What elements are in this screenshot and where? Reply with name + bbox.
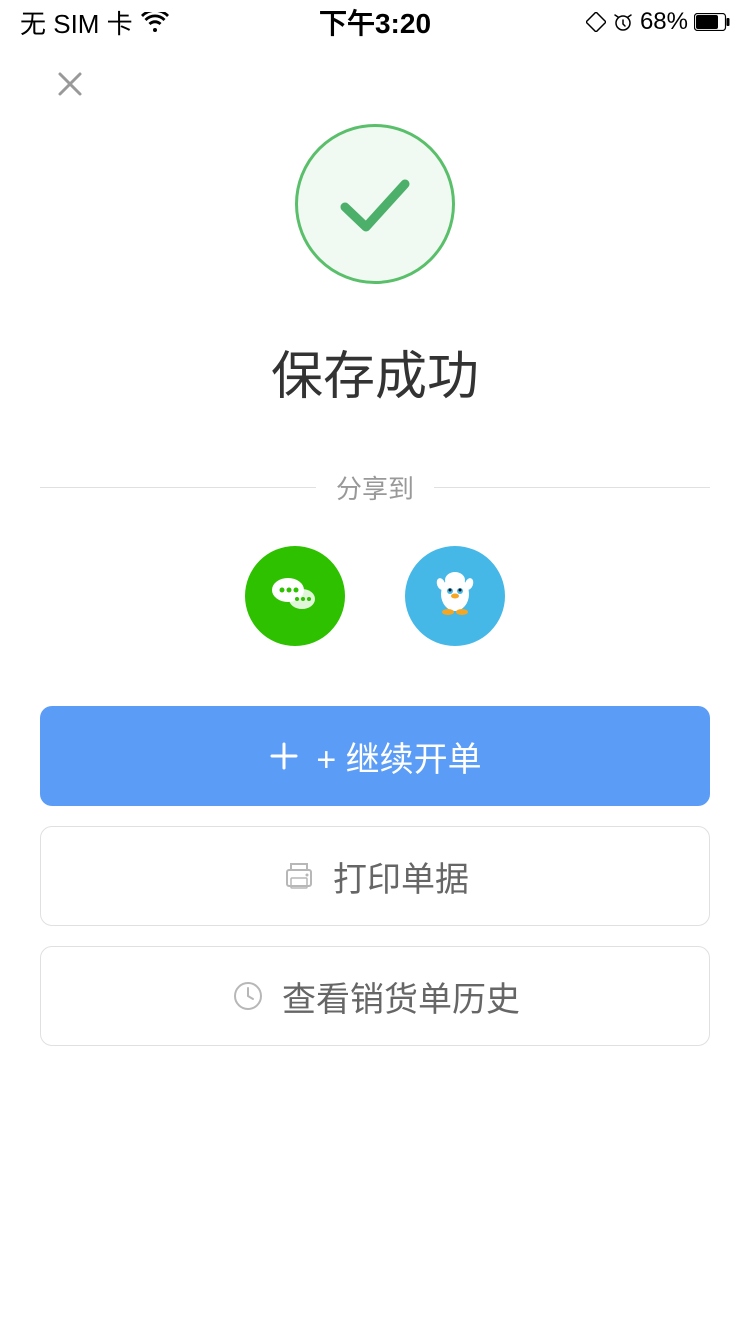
alarm-icon [612, 11, 634, 33]
checkmark-icon [330, 159, 420, 249]
clock-icon [230, 978, 266, 1014]
print-button[interactable]: 打印单据 [40, 826, 710, 926]
divider-left [40, 487, 316, 488]
history-button[interactable]: 查看销货单历史 [40, 946, 710, 1046]
wifi-icon [141, 12, 169, 32]
status-time: 下午3:20 [319, 2, 431, 42]
battery-text: 68% [640, 8, 688, 36]
qq-share-button[interactable] [405, 546, 505, 646]
share-label: 分享到 [316, 469, 434, 506]
continue-order-label: + 继续开单 [316, 732, 481, 781]
wechat-share-button[interactable] [245, 546, 345, 646]
location-icon [586, 12, 606, 32]
no-sim-text: 无 SIM 卡 [20, 4, 133, 41]
battery-icon [694, 13, 730, 31]
status-left: 无 SIM 卡 [20, 4, 169, 41]
main-content: 保存成功 分享到 [0, 44, 750, 1334]
actions-section: + 继续开单 打印单据 查看销货单历史 [0, 706, 750, 1046]
print-label: 打印单据 [333, 852, 469, 901]
success-icon-circle [295, 124, 455, 284]
status-bar: 无 SIM 卡 下午3:20 68% [0, 0, 750, 44]
divider-right [434, 487, 710, 488]
continue-order-button[interactable]: + 继续开单 [40, 706, 710, 806]
success-title: 保存成功 [271, 334, 479, 409]
share-icons-row [245, 546, 505, 646]
print-icon [281, 858, 317, 894]
history-label: 查看销货单历史 [282, 972, 520, 1021]
share-divider: 分享到 [0, 469, 750, 506]
wechat-icon [265, 566, 325, 626]
status-right: 68% [586, 8, 730, 36]
share-section: 分享到 [0, 469, 750, 646]
qq-icon [425, 566, 485, 626]
close-button[interactable] [40, 54, 100, 114]
plus-icon [268, 740, 300, 772]
